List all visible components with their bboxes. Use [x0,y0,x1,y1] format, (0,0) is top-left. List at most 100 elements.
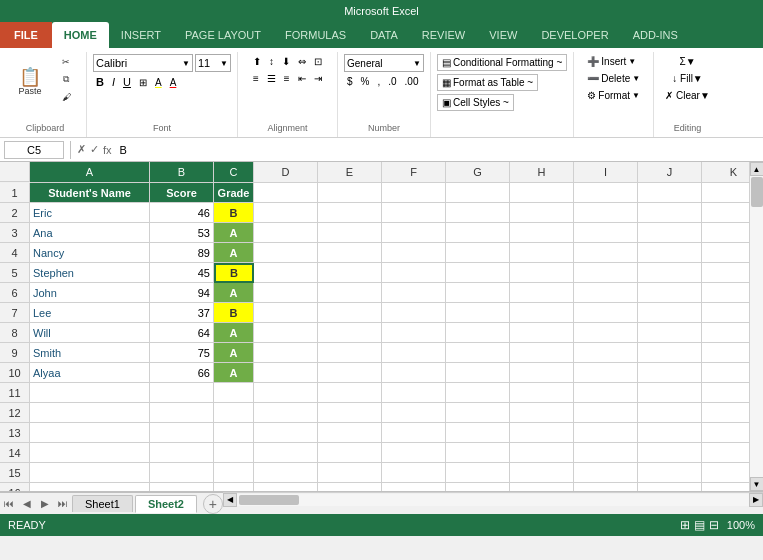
cell-r14c10[interactable] [638,443,702,463]
cell-r1c5[interactable] [318,183,382,203]
sheet-nav-next[interactable]: ▶ [36,495,54,513]
tab-formulas[interactable]: FORMULAS [273,22,358,48]
cell-r15c4[interactable] [254,463,318,483]
cell-r6c5[interactable] [318,283,382,303]
cell-r8c7[interactable] [446,323,510,343]
row-header-1[interactable]: 1 [0,183,30,203]
cell-r3c8[interactable] [510,223,574,243]
cell-r10c3[interactable]: A [214,363,254,383]
h-scroll-thumb[interactable] [239,495,299,505]
cell-r12c10[interactable] [638,403,702,423]
cell-r13c10[interactable] [638,423,702,443]
cell-r16c11[interactable] [702,483,749,491]
wrap-text-button[interactable]: ⇔ [295,54,309,69]
sheet-tab-2[interactable]: Sheet2 [135,495,197,513]
align-right-button[interactable]: ≡ [281,71,293,86]
row-header-2[interactable]: 2 [0,203,30,223]
cell-r2c8[interactable] [510,203,574,223]
cell-r1c4[interactable] [254,183,318,203]
cell-r9c6[interactable] [382,343,446,363]
cell-r12c8[interactable] [510,403,574,423]
align-center-button[interactable]: ☰ [264,71,279,86]
cell-r4c7[interactable] [446,243,510,263]
cell-r5c1[interactable]: Stephen [30,263,150,283]
border-button[interactable]: ⊞ [136,75,150,90]
cell-r10c10[interactable] [638,363,702,383]
confirm-formula-icon[interactable]: ✓ [90,143,99,156]
cell-r3c3[interactable]: A [214,223,254,243]
font-color-button[interactable]: A [167,75,180,90]
cell-r5c6[interactable] [382,263,446,283]
cell-r2c3[interactable]: B [214,203,254,223]
cell-r12c4[interactable] [254,403,318,423]
cell-r9c11[interactable] [702,343,749,363]
cell-r15c5[interactable] [318,463,382,483]
cell-r9c1[interactable]: Smith [30,343,150,363]
insert-button[interactable]: ➕ Insert ▼ [582,54,641,69]
cell-r12c5[interactable] [318,403,382,423]
cell-r4c1[interactable]: Nancy [30,243,150,263]
cell-r15c8[interactable] [510,463,574,483]
row-header-3[interactable]: 3 [0,223,30,243]
cell-r8c1[interactable]: Will [30,323,150,343]
row-header-16[interactable]: 16 [0,483,30,491]
bold-button[interactable]: B [93,74,107,90]
cell-r5c2[interactable]: 45 [150,263,214,283]
cell-r13c4[interactable] [254,423,318,443]
cell-r9c3[interactable]: A [214,343,254,363]
cell-r13c5[interactable] [318,423,382,443]
cell-r3c2[interactable]: 53 [150,223,214,243]
cell-r12c1[interactable] [30,403,150,423]
cell-r3c7[interactable] [446,223,510,243]
cell-r10c4[interactable] [254,363,318,383]
cell-r3c4[interactable] [254,223,318,243]
cell-r12c3[interactable] [214,403,254,423]
cell-r6c8[interactable] [510,283,574,303]
cell-r1c8[interactable] [510,183,574,203]
cell-r16c7[interactable] [446,483,510,491]
cancel-formula-icon[interactable]: ✗ [77,143,86,156]
cell-r10c1[interactable]: Alyaa [30,363,150,383]
cell-r11c9[interactable] [574,383,638,403]
tab-review[interactable]: REVIEW [410,22,477,48]
cell-r2c1[interactable]: Eric [30,203,150,223]
cell-reference-input[interactable]: C5 [4,141,64,159]
cell-r14c9[interactable] [574,443,638,463]
sheet-nav-last[interactable]: ⏭ [54,495,72,513]
cell-r14c1[interactable] [30,443,150,463]
comma-button[interactable]: , [374,74,383,89]
cell-r5c8[interactable] [510,263,574,283]
cell-r3c1[interactable]: Ana [30,223,150,243]
cell-r3c11[interactable] [702,223,749,243]
cell-r11c7[interactable] [446,383,510,403]
fill-color-button[interactable]: A [152,75,165,90]
cell-r5c3[interactable]: B [214,263,254,283]
cell-r11c5[interactable] [318,383,382,403]
cell-r9c2[interactable]: 75 [150,343,214,363]
cell-r15c2[interactable] [150,463,214,483]
cell-r2c2[interactable]: 46 [150,203,214,223]
cell-r1c10[interactable] [638,183,702,203]
scroll-right-button[interactable]: ▶ [749,493,763,507]
cell-r4c2[interactable]: 89 [150,243,214,263]
scroll-down-button[interactable]: ▼ [750,477,764,491]
col-header-a[interactable]: A [30,162,150,182]
cell-r7c8[interactable] [510,303,574,323]
cell-r5c10[interactable] [638,263,702,283]
cell-r2c11[interactable] [702,203,749,223]
cell-r9c4[interactable] [254,343,318,363]
cell-r5c11[interactable] [702,263,749,283]
cell-r10c11[interactable] [702,363,749,383]
align-middle-button[interactable]: ↕ [266,54,277,69]
cell-r7c4[interactable] [254,303,318,323]
cell-r16c3[interactable] [214,483,254,491]
cell-r1c2[interactable]: Score [150,183,214,203]
row-header-14[interactable]: 14 [0,443,30,463]
cell-r8c2[interactable]: 64 [150,323,214,343]
cell-r13c8[interactable] [510,423,574,443]
scroll-left-button[interactable]: ◀ [223,493,237,507]
format-painter-button[interactable]: 🖌 [52,89,80,105]
cell-r10c5[interactable] [318,363,382,383]
cell-r4c11[interactable] [702,243,749,263]
number-format-selector[interactable]: General ▼ [344,54,424,72]
